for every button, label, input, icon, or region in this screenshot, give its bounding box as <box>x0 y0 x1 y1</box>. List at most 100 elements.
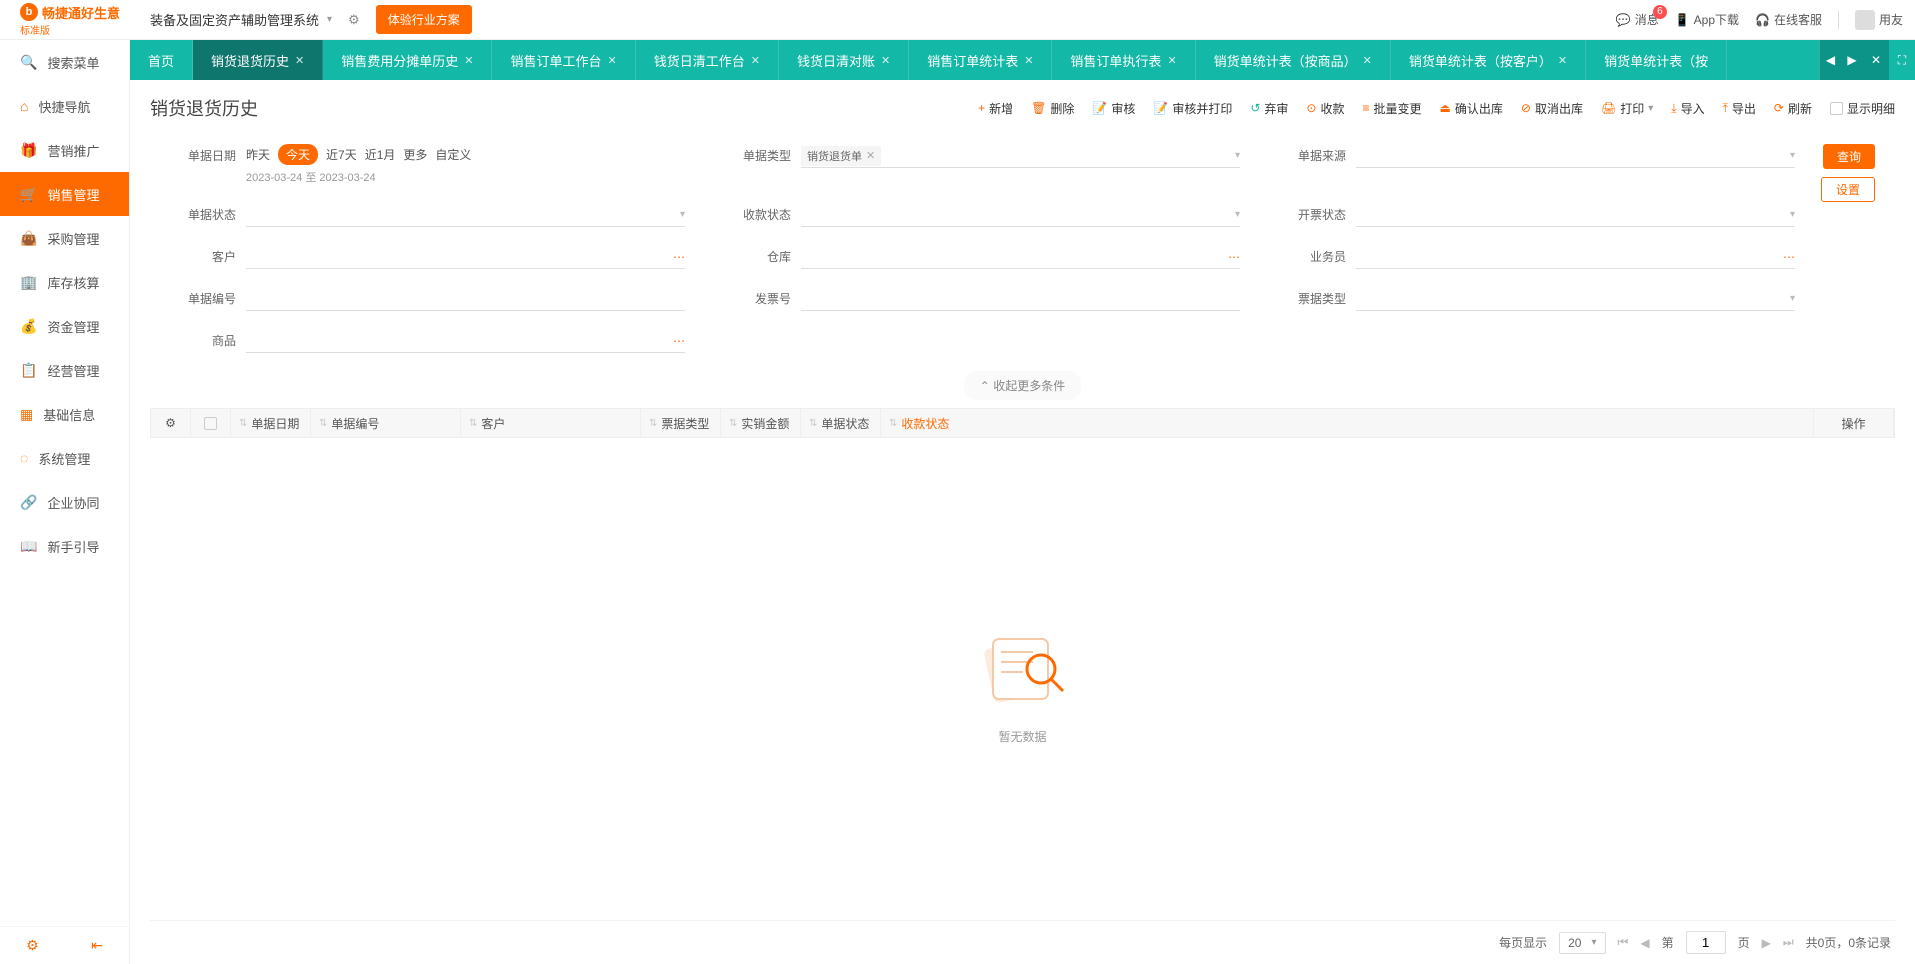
confirm-out-button[interactable]: ⏏确认出库 <box>1440 100 1503 117</box>
filter-ticket-type-select[interactable]: ▾ <box>1356 287 1795 311</box>
filter-warehouse-input[interactable]: ⋯ <box>801 245 1240 269</box>
tab-fee-allocation[interactable]: 销售费用分摊单历史✕ <box>323 40 492 80</box>
checkbox[interactable] <box>1830 102 1843 115</box>
refresh-button[interactable]: ⟳刷新 <box>1774 100 1812 117</box>
sidebar-item-enterprise[interactable]: 🔗企业协同 <box>0 480 129 524</box>
try-industry-button[interactable]: 体验行业方案 <box>376 5 472 34</box>
tab-scroll-right[interactable]: ▶ <box>1841 40 1863 80</box>
close-icon[interactable]: ✕ <box>751 54 760 67</box>
checkbox[interactable] <box>204 417 217 430</box>
close-icon[interactable]: ✕ <box>1167 54 1176 67</box>
tab-sales-by-product[interactable]: 销货单统计表（按商品）✕ <box>1196 40 1391 80</box>
col-date[interactable]: 单据日期 <box>231 409 311 437</box>
system-selector[interactable]: 装备及固定资产辅助管理系统 ▾ ⚙ <box>150 10 360 29</box>
date-last7[interactable]: 近7天 <box>326 146 357 163</box>
date-custom[interactable]: 自定义 <box>435 146 471 163</box>
filter-product-input[interactable]: ⋯ <box>246 329 685 353</box>
query-button[interactable]: 查询 <box>1823 144 1875 169</box>
col-status[interactable]: 单据状态 <box>801 409 881 437</box>
settings-button[interactable]: 设置 <box>1821 177 1875 202</box>
page-next[interactable]: ▶ <box>1762 936 1771 950</box>
sidebar-item-purchase[interactable]: 👜采购管理 <box>0 216 129 260</box>
tab-daily-recon[interactable]: 钱货日清对账✕ <box>779 40 909 80</box>
tab-order-exec[interactable]: 销售订单执行表✕ <box>1052 40 1195 80</box>
close-icon[interactable]: ✕ <box>881 54 890 67</box>
page-first[interactable]: ⏮ <box>1618 935 1629 950</box>
page-last[interactable]: ⏭ <box>1783 935 1794 950</box>
sidebar-item-marketing[interactable]: 🎁营销推广 <box>0 128 129 172</box>
export-button[interactable]: ⤒导出 <box>1723 100 1756 117</box>
tab-sales-partial[interactable]: 销货单统计表（按 <box>1586 40 1727 80</box>
col-amount[interactable]: 实销金额 <box>721 409 801 437</box>
print-button[interactable]: 🖨打印▾ <box>1601 100 1653 117</box>
more-icon[interactable]: ⋯ <box>673 334 685 348</box>
tab-order-workbench[interactable]: 销售订单工作台✕ <box>492 40 635 80</box>
filter-source-select[interactable]: ▾ <box>1356 144 1795 168</box>
tab-close-all[interactable]: ✕ <box>1863 40 1889 80</box>
more-icon[interactable]: ⋯ <box>1228 250 1240 264</box>
cancel-out-button[interactable]: ⊘取消出库 <box>1521 100 1583 117</box>
close-icon[interactable]: ✕ <box>1363 54 1372 67</box>
page-prev[interactable]: ◀ <box>1640 936 1649 950</box>
close-icon[interactable]: ✕ <box>295 54 304 67</box>
show-detail-toggle[interactable]: 显示明细 <box>1830 100 1895 117</box>
date-last-month[interactable]: 近1月 <box>365 146 396 163</box>
user-menu[interactable]: 用友 <box>1855 10 1903 30</box>
message-link[interactable]: 💬 消息 6 <box>1616 11 1659 28</box>
date-today[interactable]: 今天 <box>278 144 318 165</box>
tab-daily-workbench[interactable]: 钱货日清工作台✕ <box>636 40 779 80</box>
audit-button[interactable]: 📝审核 <box>1092 100 1135 117</box>
settings-icon[interactable]: ⚙ <box>26 937 39 954</box>
batch-button[interactable]: ≡批量变更 <box>1363 100 1422 117</box>
sidebar-item-basic[interactable]: ▦基础信息 <box>0 392 129 436</box>
more-icon[interactable]: ⋯ <box>673 250 685 264</box>
per-page-select[interactable]: 20▾ <box>1559 932 1605 954</box>
tag-remove[interactable]: ✕ <box>866 149 875 162</box>
warehouse-input[interactable] <box>801 245 1222 269</box>
tab-sales-by-customer[interactable]: 销货单统计表（按客户）✕ <box>1391 40 1586 80</box>
delete-button[interactable]: 🗑删除 <box>1031 100 1074 117</box>
sidebar-item-sales[interactable]: 🛒销售管理 <box>0 172 129 216</box>
fullscreen-icon[interactable]: ⛶ <box>1889 40 1915 80</box>
table-settings[interactable]: ⚙ <box>151 409 191 437</box>
page-input[interactable] <box>1686 931 1726 954</box>
filter-status-select[interactable]: ▾ <box>246 203 685 227</box>
sidebar-item-search[interactable]: 🔍搜索菜单 <box>0 40 129 84</box>
col-pay[interactable]: 收款状态 <box>881 409 1814 437</box>
customer-input[interactable] <box>246 245 667 269</box>
filter-invoice-status-select[interactable]: ▾ <box>1356 203 1795 227</box>
sidebar-item-inventory[interactable]: 🏢库存核算 <box>0 260 129 304</box>
col-code[interactable]: 单据编号 <box>311 409 461 437</box>
tab-order-stats[interactable]: 销售订单统计表✕ <box>909 40 1052 80</box>
salesman-input[interactable] <box>1356 245 1777 269</box>
collect-button[interactable]: ⊙收款 <box>1306 100 1344 117</box>
filter-customer-input[interactable]: ⋯ <box>246 245 685 269</box>
collapse-filters[interactable]: ⌃ 收起更多条件 <box>964 371 1081 400</box>
close-icon[interactable]: ✕ <box>1558 54 1567 67</box>
col-ticket[interactable]: 票据类型 <box>641 409 721 437</box>
tab-scroll-left[interactable]: ◀ <box>1819 40 1841 80</box>
filter-salesman-input[interactable]: ⋯ <box>1356 245 1795 269</box>
close-icon[interactable]: ✕ <box>464 54 473 67</box>
add-button[interactable]: +新增 <box>978 100 1013 117</box>
audit-print-button[interactable]: 📝审核并打印 <box>1153 100 1232 117</box>
sidebar-item-quicknav[interactable]: ⌂快捷导航 <box>0 84 129 128</box>
tab-home[interactable]: 首页 <box>130 40 193 80</box>
col-customer[interactable]: 客户 <box>461 409 641 437</box>
product-input[interactable] <box>246 329 667 353</box>
filter-type-select[interactable]: 销货退货单✕ ▾ <box>801 144 1240 168</box>
invoice-no-input[interactable] <box>801 287 1240 311</box>
select-all[interactable] <box>191 409 231 437</box>
sidebar-item-system[interactable]: ◌系统管理 <box>0 436 129 480</box>
sidebar-item-funds[interactable]: 💰资金管理 <box>0 304 129 348</box>
close-icon[interactable]: ✕ <box>1024 54 1033 67</box>
app-download-link[interactable]: 📱 App下载 <box>1675 11 1739 28</box>
gear-icon[interactable]: ⚙ <box>348 12 360 28</box>
tab-return-history[interactable]: 销货退货历史✕ <box>193 40 323 80</box>
sidebar-item-guide[interactable]: 📖新手引导 <box>0 524 129 568</box>
filter-pay-status-select[interactable]: ▾ <box>801 203 1240 227</box>
more-icon[interactable]: ⋯ <box>1783 250 1795 264</box>
collapse-icon[interactable]: ⇤ <box>91 937 103 954</box>
date-more[interactable]: 更多 <box>403 146 427 163</box>
customer-service-link[interactable]: 🎧 在线客服 <box>1755 11 1822 28</box>
